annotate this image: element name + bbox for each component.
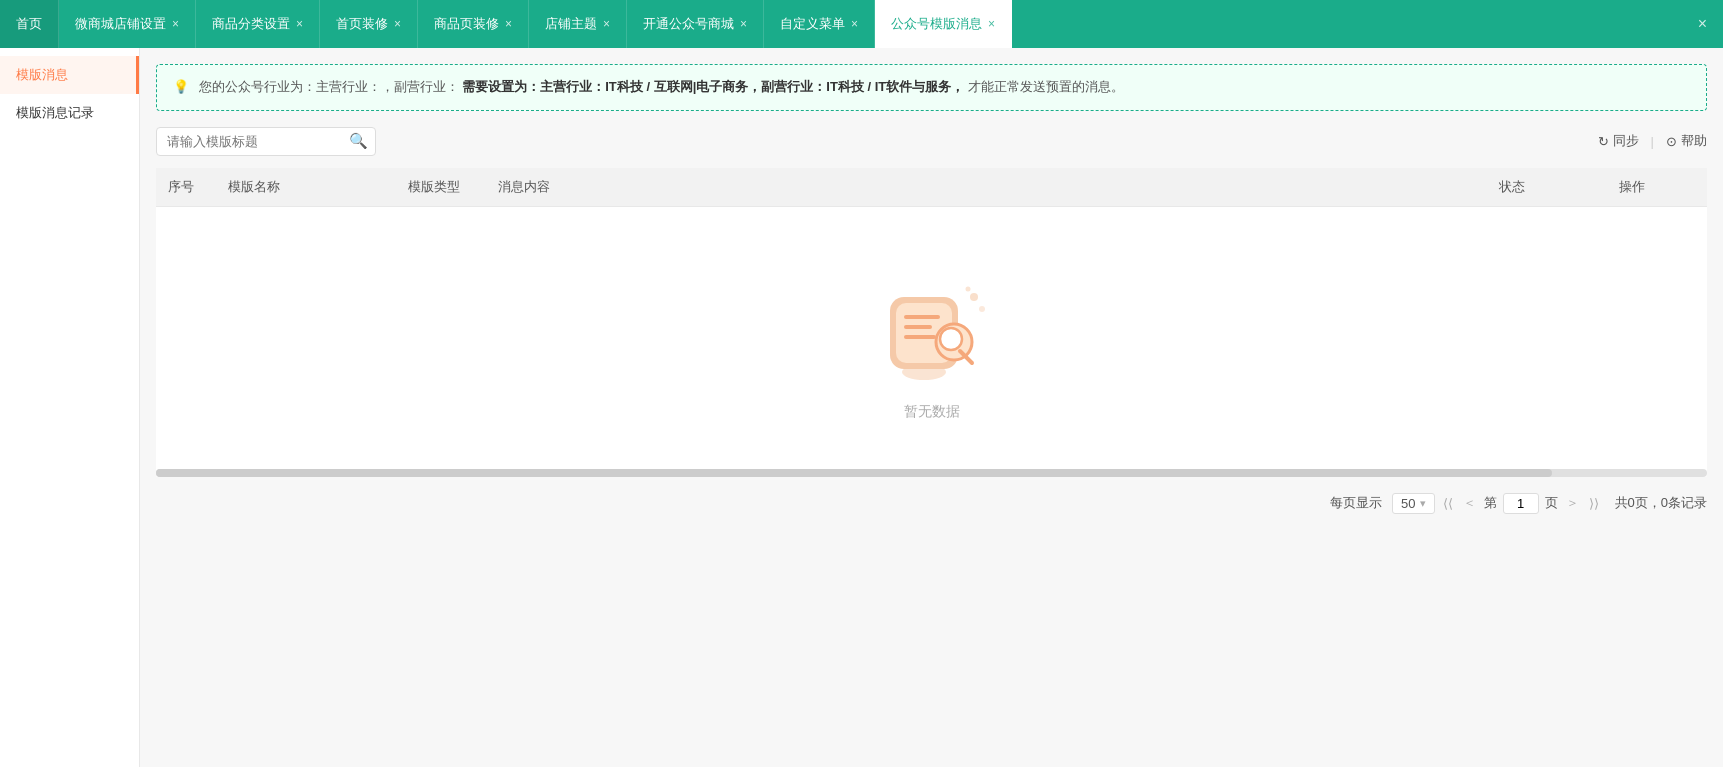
sidebar: 模版消息 模版消息记录 [0,48,140,767]
tab-product-decor-label: 商品页装修 [434,15,499,33]
tab-wsc-shop[interactable]: 微商城店铺设置 × [59,0,196,48]
page-prev-button[interactable]: ＜ [1461,494,1478,512]
toolbar-divider: | [1651,134,1654,149]
sidebar-item-template-msg[interactable]: 模版消息 [0,56,139,94]
svg-point-11 [965,286,970,291]
tab-home-decor[interactable]: 首页装修 × [320,0,418,48]
scroll-thumb [156,469,1552,477]
notice-text-highlight: 需要设置为：主营行业：IT科技 / 互联网|电子商务，副营行业：IT科技 / I… [462,79,964,94]
svg-point-10 [979,306,985,312]
tab-product-category-label: 商品分类设置 [212,15,290,33]
tab-open-shop-label: 开通公众号商城 [643,15,734,33]
tab-open-shop[interactable]: 开通公众号商城 × [627,0,764,48]
page-next-button[interactable]: ＞ [1564,494,1581,512]
page-input[interactable] [1503,493,1539,514]
search-icon[interactable]: 🔍 [349,132,368,150]
page-unit: 页 [1545,494,1558,512]
tab-template-msg-close[interactable]: × [988,18,995,30]
tab-product-decor[interactable]: 商品页装修 × [418,0,529,48]
tab-home[interactable]: 首页 [0,0,59,48]
sync-icon: ↻ [1598,134,1609,149]
help-icon: ⊙ [1666,134,1677,149]
tab-wsc-shop-close[interactable]: × [172,18,179,30]
col-status: 状态 [1487,168,1607,207]
tab-home-decor-label: 首页装修 [336,15,388,33]
help-label: 帮助 [1681,132,1707,150]
notice-text-prefix: 您的公众号行业为：主营行业：，副营行业： [199,79,459,94]
scroll-track[interactable] [156,469,1707,477]
empty-state: 暂无数据 [156,207,1707,461]
tab-home-decor-close[interactable]: × [394,18,401,30]
toolbar-right: ↻ 同步 | ⊙ 帮助 [1598,132,1707,150]
page-label: 第 [1484,494,1497,512]
svg-point-7 [940,328,962,350]
page-first-button[interactable]: ⟨⟨ [1441,496,1455,511]
empty-icon [872,267,992,387]
main-content: 💡 您的公众号行业为：主营行业：，副营行业： 需要设置为：主营行业：IT科技 /… [140,48,1723,767]
page-size-value: 50 [1401,496,1415,511]
col-action: 操作 [1607,168,1707,207]
tab-custom-menu-label: 自定义菜单 [780,15,845,33]
svg-rect-3 [904,315,940,319]
sync-button[interactable]: ↻ 同步 [1598,132,1639,150]
tab-product-category[interactable]: 商品分类设置 × [196,0,320,48]
page-last-button[interactable]: ⟩⟩ [1587,496,1601,511]
pagination-info: 共0页，0条记录 [1615,494,1707,512]
col-index: 序号 [156,168,216,207]
data-table: 序号 模版名称 模版类型 消息内容 状态 操作 [156,168,1707,207]
table-wrapper: 序号 模版名称 模版类型 消息内容 状态 操作 [156,168,1707,477]
tab-template-msg-label: 公众号模版消息 [891,15,982,33]
tab-product-decor-close[interactable]: × [505,18,512,30]
notice-icon: 💡 [173,79,189,94]
search-input[interactable] [156,127,376,156]
col-template-type: 模版类型 [396,168,486,207]
svg-rect-4 [904,325,932,329]
chevron-down-icon: ▾ [1420,497,1426,510]
sync-label: 同步 [1613,132,1639,150]
tab-product-category-close[interactable]: × [296,18,303,30]
svg-point-9 [970,293,978,301]
sidebar-item-template-msg-label: 模版消息 [16,67,68,82]
sidebar-item-template-msg-record-label: 模版消息记录 [16,105,94,120]
table-header: 序号 模版名称 模版类型 消息内容 状态 操作 [156,168,1707,207]
top-navigation: 首页 微商城店铺设置 × 商品分类设置 × 首页装修 × 商品页装修 × 店铺主… [0,0,1723,48]
tab-template-msg[interactable]: 公众号模版消息 × [875,0,1012,48]
notice-box: 💡 您的公众号行业为：主营行业：，副营行业： 需要设置为：主营行业：IT科技 /… [156,64,1707,111]
search-bar: 🔍 ↻ 同步 | ⊙ 帮助 [156,127,1707,156]
help-button[interactable]: ⊙ 帮助 [1666,132,1707,150]
pagination: 每页显示 50 ▾ ⟨⟨ ＜ 第 页 ＞ ⟩⟩ 共0页，0条记录 [156,485,1707,522]
tab-store-theme-label: 店铺主题 [545,15,597,33]
tab-custom-menu-close[interactable]: × [851,18,858,30]
tab-custom-menu[interactable]: 自定义菜单 × [764,0,875,48]
page-size-select[interactable]: 50 ▾ [1392,493,1434,514]
svg-rect-5 [904,335,936,339]
tab-open-shop-close[interactable]: × [740,18,747,30]
tab-wsc-shop-label: 微商城店铺设置 [75,15,166,33]
global-close-button[interactable]: × [1682,15,1723,33]
col-message-content: 消息内容 [486,168,1487,207]
notice-text-suffix: 才能正常发送预置的消息。 [968,79,1124,94]
tab-home-label: 首页 [16,15,42,33]
main-layout: 模版消息 模版消息记录 💡 您的公众号行业为：主营行业：，副营行业： 需要设置为… [0,48,1723,767]
sidebar-item-template-msg-record[interactable]: 模版消息记录 [0,94,139,132]
tab-store-theme-close[interactable]: × [603,18,610,30]
page-size-label: 每页显示 [1330,494,1382,512]
col-template-name: 模版名称 [216,168,396,207]
search-input-wrap: 🔍 [156,127,376,156]
tab-store-theme[interactable]: 店铺主题 × [529,0,627,48]
empty-text: 暂无数据 [904,403,960,421]
